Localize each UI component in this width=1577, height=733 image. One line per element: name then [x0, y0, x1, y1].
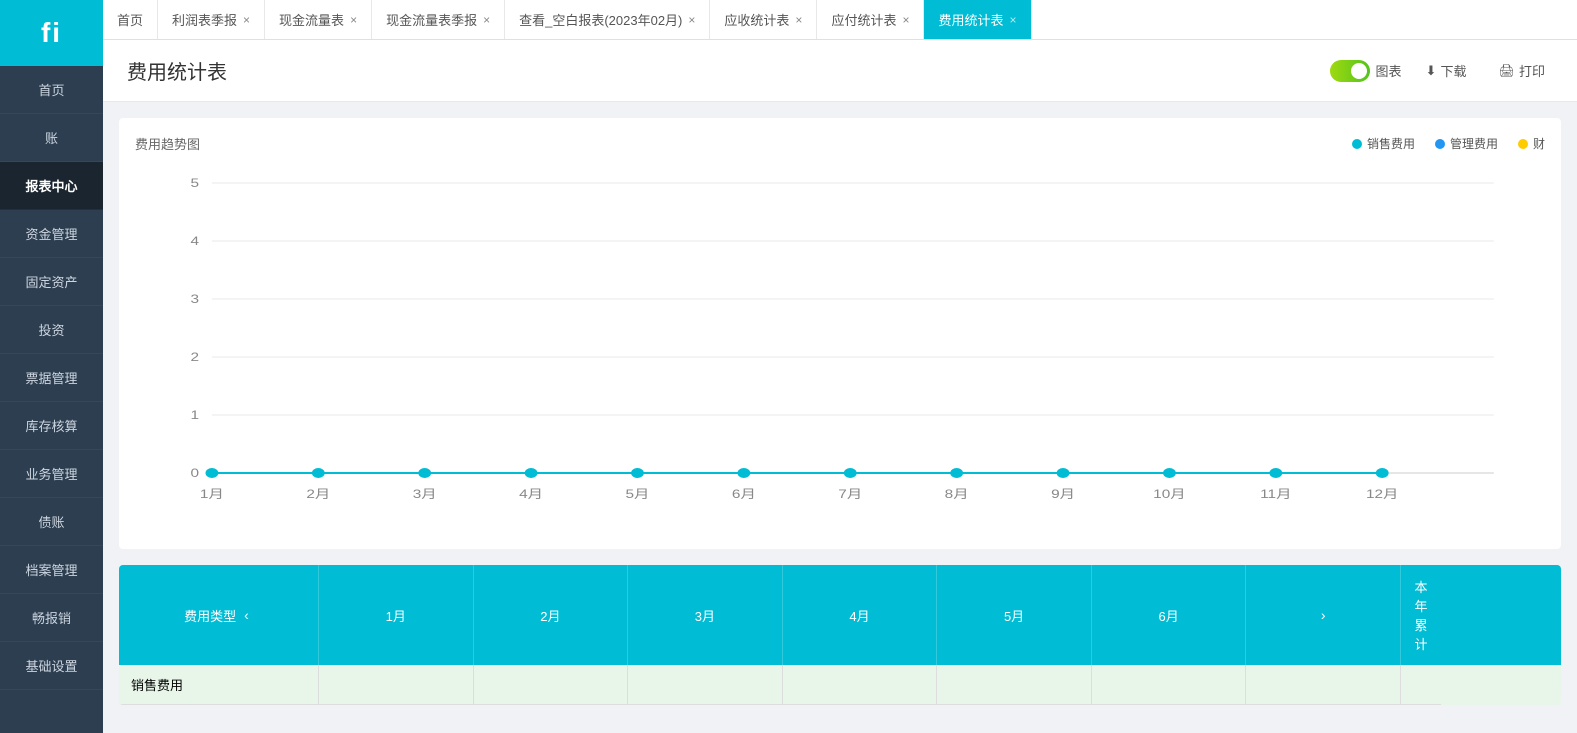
sidebar-item-home[interactable]: 首页 [0, 66, 103, 114]
chart-container: 5 4 3 2 1 0 [135, 163, 1545, 533]
tab-cashflow[interactable]: 现金流量表× [265, 0, 372, 40]
svg-text:4: 4 [191, 235, 200, 248]
sidebar-item-fixed-assets[interactable]: 固定资产 [0, 258, 103, 306]
th-m2: 2月 [474, 565, 629, 665]
download-button[interactable]: ⬇ 下载 [1418, 57, 1475, 84]
download-icon: ⬇ [1426, 63, 1437, 79]
svg-text:0: 0 [191, 467, 200, 480]
sidebar-item-fund-mgmt[interactable]: 资金管理 [0, 210, 103, 258]
td-ytd [1401, 665, 1441, 705]
th-ytd: 本年累计 [1401, 565, 1441, 665]
print-button[interactable]: 🖨 打印 [1490, 57, 1553, 84]
sidebar-item-debt[interactable]: 债账 [0, 498, 103, 546]
sidebar-item-ticket-mgmt[interactable]: 票据管理 [0, 354, 103, 402]
sidebar-item-base-settings[interactable]: 基础设置 [0, 642, 103, 690]
prev-arrow[interactable]: ‹ [240, 607, 253, 623]
svg-text:6月: 6月 [732, 488, 756, 501]
td-m6 [1092, 665, 1247, 705]
legend-item-admin: 管理费用 [1435, 135, 1498, 152]
tab-close-receivable[interactable]: × [795, 13, 802, 27]
legend-label-admin: 管理费用 [1450, 135, 1498, 152]
sidebar: fi 首页账报表中心资金管理固定资产投资票据管理库存核算业务管理债账档案管理畅报… [0, 0, 103, 733]
tab-payable[interactable]: 应付统计表× [817, 0, 924, 40]
chart-legend: 销售费用 管理费用 财 [1352, 135, 1545, 152]
sidebar-item-business-mgmt[interactable]: 业务管理 [0, 450, 103, 498]
page-title: 费用统计表 [127, 56, 227, 85]
page-header: 费用统计表 图表 ⬇ 下载 🖨 打印 [103, 40, 1577, 102]
svg-text:4月: 4月 [519, 488, 543, 501]
tab-blank-report[interactable]: 查看_空白报表(2023年02月)× [505, 0, 710, 40]
svg-text:11月: 11月 [1260, 488, 1291, 501]
tab-close-cashflow-quarterly[interactable]: × [483, 13, 490, 27]
svg-text:3: 3 [191, 293, 200, 306]
tab-cashflow-quarterly[interactable]: 现金流量表季报× [372, 0, 505, 40]
chart-svg: 5 4 3 2 1 0 [135, 163, 1545, 533]
svg-text:2月: 2月 [306, 488, 330, 501]
chart-toggle[interactable] [1330, 60, 1370, 82]
chart-header: 费用趋势图 销售费用 管理费用 财 [135, 134, 1545, 153]
tab-close-payable[interactable]: × [902, 13, 909, 27]
legend-item-finance: 财 [1518, 135, 1545, 152]
svg-text:9月: 9月 [1051, 488, 1075, 501]
tab-receivable[interactable]: 应收统计表× [710, 0, 817, 40]
td-type: 销售费用 [119, 665, 319, 705]
svg-text:5: 5 [191, 177, 200, 190]
tab-close-profit-quarterly[interactable]: × [243, 13, 250, 27]
sidebar-item-report-cancel[interactable]: 畅报销 [0, 594, 103, 642]
tab-bar: 首页利润表季报×现金流量表×现金流量表季报×查看_空白报表(2023年02月)×… [103, 0, 1577, 40]
tab-home[interactable]: 首页 [103, 0, 158, 40]
print-icon: 🖨 [1498, 63, 1515, 79]
legend-dot-sales [1352, 139, 1362, 149]
legend-item-sales: 销售费用 [1352, 135, 1415, 152]
td-m3 [628, 665, 783, 705]
td-m1 [319, 665, 474, 705]
svg-text:5月: 5月 [626, 488, 650, 501]
sidebar-item-inventory[interactable]: 库存核算 [0, 402, 103, 450]
td-m2 [474, 665, 629, 705]
svg-text:10月: 10月 [1153, 488, 1185, 501]
next-arrow[interactable]: › [1317, 607, 1330, 623]
sidebar-item-archive-mgmt[interactable]: 档案管理 [0, 546, 103, 594]
sidebar-item-report-center[interactable]: 报表中心 [0, 162, 103, 210]
chart-toggle-wrap: 图表 [1330, 60, 1402, 82]
legend-label-sales: 销售费用 [1367, 135, 1415, 152]
sidebar-item-account[interactable]: 账 [0, 114, 103, 162]
svg-text:1月: 1月 [200, 488, 224, 501]
sidebar-logo: fi [0, 0, 103, 66]
td-m5 [937, 665, 1092, 705]
tab-close-expense[interactable]: × [1009, 13, 1016, 27]
svg-text:3月: 3月 [413, 488, 437, 501]
svg-text:7月: 7月 [838, 488, 862, 501]
sidebar-item-investment[interactable]: 投资 [0, 306, 103, 354]
th-m5: 5月 [937, 565, 1092, 665]
main-area: 首页利润表季报×现金流量表×现金流量表季报×查看_空白报表(2023年02月)×… [103, 0, 1577, 733]
th-type: 费用类型 ‹ [119, 565, 319, 665]
legend-label-finance: 财 [1533, 135, 1545, 152]
th-m3: 3月 [628, 565, 783, 665]
legend-dot-finance [1518, 139, 1528, 149]
table-header: 费用类型 ‹ 1月 2月 3月 4月 5月 6月 › 本年累计 [119, 565, 1561, 665]
tab-profit-quarterly[interactable]: 利润表季报× [158, 0, 265, 40]
th-nav: › [1246, 565, 1401, 665]
svg-text:8月: 8月 [945, 488, 969, 501]
chart-section: 费用趋势图 销售费用 管理费用 财 5 4 3 2 1 [119, 118, 1561, 549]
chart-toggle-label: 图表 [1376, 61, 1402, 80]
svg-text:2: 2 [191, 351, 200, 364]
th-m1: 1月 [319, 565, 474, 665]
legend-dot-admin [1435, 139, 1445, 149]
tab-close-blank-report[interactable]: × [688, 13, 695, 27]
data-table-section: 费用类型 ‹ 1月 2月 3月 4月 5月 6月 › 本年累计 销售费用 [119, 565, 1561, 705]
th-m6: 6月 [1092, 565, 1247, 665]
td-nav-spacer [1246, 665, 1401, 705]
header-actions: 图表 ⬇ 下载 🖨 打印 [1330, 57, 1553, 84]
svg-text:1: 1 [191, 409, 200, 422]
th-m4: 4月 [783, 565, 938, 665]
td-m4 [783, 665, 938, 705]
tab-close-cashflow[interactable]: × [350, 13, 357, 27]
chart-title: 费用趋势图 [135, 134, 200, 153]
content-area: 费用统计表 图表 ⬇ 下载 🖨 打印 费用趋势图 销售费用管理 [103, 40, 1577, 733]
svg-text:12月: 12月 [1366, 488, 1398, 501]
tab-expense[interactable]: 费用统计表× [924, 0, 1031, 40]
table-row: 销售费用 [119, 665, 1561, 705]
